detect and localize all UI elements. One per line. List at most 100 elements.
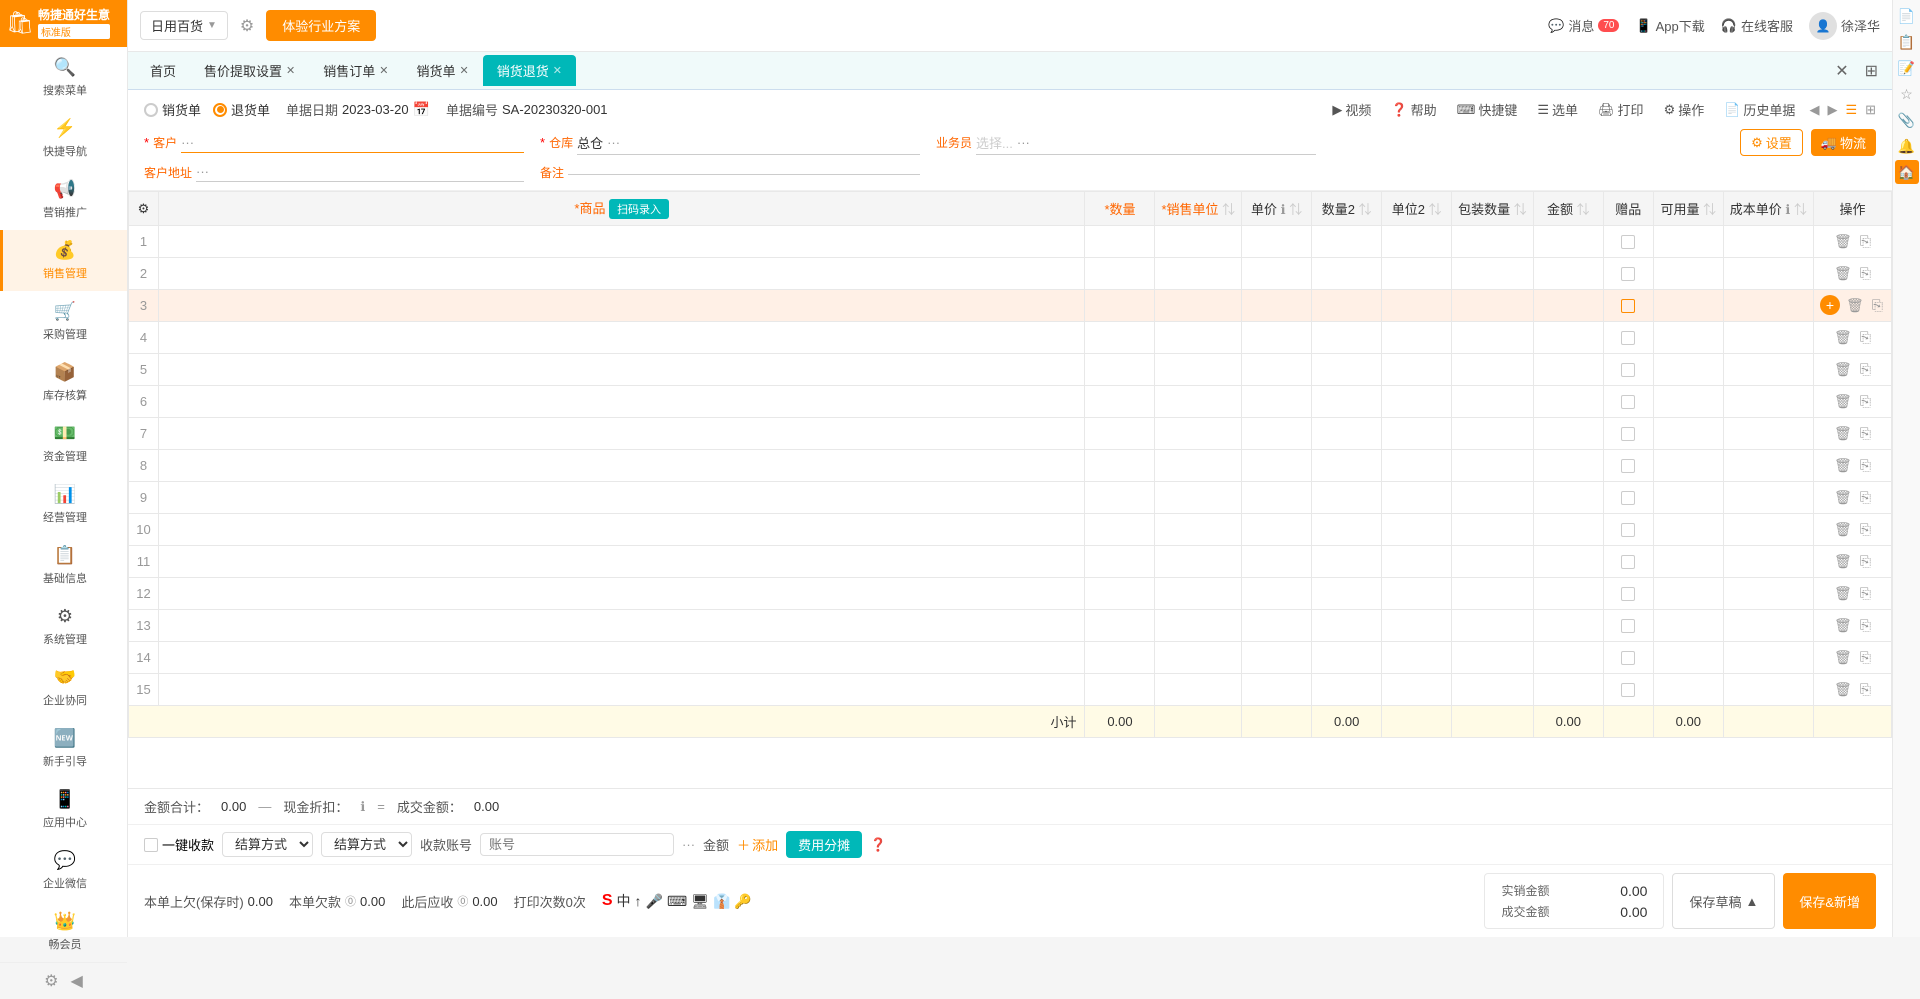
pack-qty-cell-3[interactable] (1452, 290, 1534, 322)
gift-cell-10[interactable] (1603, 514, 1653, 546)
print-btn[interactable]: 🖨 打印 (1592, 98, 1650, 121)
history-next-icon[interactable]: ▶ (1827, 102, 1837, 118)
delete-icon-11[interactable]: 🗑 (1832, 551, 1854, 572)
pack-qty-cell-10[interactable] (1452, 514, 1534, 546)
settings-btn[interactable]: ⚙ 设置 (1740, 129, 1803, 156)
available-cell-11[interactable] (1653, 546, 1723, 578)
gift-cell-7[interactable] (1603, 418, 1653, 450)
one-click-checkbox[interactable]: 一键收款 (144, 835, 214, 854)
copy-icon-11[interactable]: ⎘ (1858, 551, 1873, 572)
col-pack-sort[interactable]: ⇅ (1514, 202, 1527, 217)
gift-cell-12[interactable] (1603, 578, 1653, 610)
pack-qty-cell-12[interactable] (1452, 578, 1534, 610)
right-sidebar-link-icon[interactable]: 📎 (1895, 108, 1919, 132)
product-cell-4[interactable] (159, 322, 1085, 354)
available-cell-1[interactable] (1653, 226, 1723, 258)
available-cell-10[interactable] (1653, 514, 1723, 546)
delete-icon-14[interactable]: 🗑 (1832, 647, 1854, 668)
customer-input[interactable]: ··· (181, 133, 524, 153)
experience-btn[interactable]: 体验行业方案 (266, 10, 376, 41)
col-settings[interactable]: ⚙ (129, 192, 159, 226)
unit-cell-9[interactable] (1155, 482, 1242, 514)
split-help-icon[interactable]: ❓ (870, 837, 886, 853)
pack-qty-cell-1[interactable] (1452, 226, 1534, 258)
price-cell-9[interactable] (1242, 482, 1312, 514)
available-cell-14[interactable] (1653, 642, 1723, 674)
available-cell-2[interactable] (1653, 258, 1723, 290)
product-cell-7[interactable] (159, 418, 1085, 450)
available-cell-5[interactable] (1653, 354, 1723, 386)
unit2-cell-10[interactable] (1382, 514, 1452, 546)
product-cell-11[interactable] (159, 546, 1085, 578)
amount-cell-1[interactable] (1533, 226, 1603, 258)
pack-qty-cell-4[interactable] (1452, 322, 1534, 354)
amount-cell-5[interactable] (1533, 354, 1603, 386)
copy-icon-10[interactable]: ⎘ (1858, 519, 1873, 540)
unit2-cell-8[interactable] (1382, 450, 1452, 482)
pack-qty-cell-8[interactable] (1452, 450, 1534, 482)
right-sidebar-doc-icon[interactable]: 📄 (1895, 4, 1919, 28)
col-price-info[interactable]: ℹ (1281, 202, 1286, 217)
copy-icon-3[interactable]: ⎘ (1870, 295, 1885, 316)
tab-close-icon[interactable]: ✕ (286, 64, 295, 77)
pack-qty-cell-9[interactable] (1452, 482, 1534, 514)
product-cell-10[interactable] (159, 514, 1085, 546)
unit-cell-13[interactable] (1155, 610, 1242, 642)
gift-cell-6[interactable] (1603, 386, 1653, 418)
amount-cell-7[interactable] (1533, 418, 1603, 450)
sidebar-item-search[interactable]: 🔍 搜索菜单 (0, 47, 127, 108)
amount-cell-13[interactable] (1533, 610, 1603, 642)
available-cell-15[interactable] (1653, 674, 1723, 706)
remark-input[interactable] (568, 170, 920, 175)
product-cell-15[interactable] (159, 674, 1085, 706)
unit2-cell-6[interactable] (1382, 386, 1452, 418)
save-draft-btn[interactable]: 保存草稿 ▲ (1672, 873, 1775, 929)
video-btn[interactable]: ▶ 视频 (1326, 98, 1377, 121)
unit2-cell-12[interactable] (1382, 578, 1452, 610)
amount-cell-3[interactable] (1533, 290, 1603, 322)
product-cell-1[interactable] (159, 226, 1085, 258)
copy-icon-14[interactable]: ⎘ (1858, 647, 1873, 668)
select-btn[interactable]: ☰ 选单 (1531, 98, 1584, 121)
amount-cell-2[interactable] (1533, 258, 1603, 290)
pack-qty-cell-6[interactable] (1452, 386, 1534, 418)
unit-cell-12[interactable] (1155, 578, 1242, 610)
available-cell-9[interactable] (1653, 482, 1723, 514)
gift-cell-14[interactable] (1603, 642, 1653, 674)
copy-icon-12[interactable]: ⎘ (1858, 583, 1873, 604)
qty2-cell-2[interactable] (1312, 258, 1382, 290)
operate-btn[interactable]: ⚙ 操作 (1658, 98, 1711, 121)
scan-btn[interactable]: 扫码录入 (609, 199, 669, 219)
delete-icon-9[interactable]: 🗑 (1832, 487, 1854, 508)
amount-cell-6[interactable] (1533, 386, 1603, 418)
qty2-cell-7[interactable] (1312, 418, 1382, 450)
close-tab-btn[interactable]: ✕ (1829, 59, 1854, 83)
unit-cell-6[interactable] (1155, 386, 1242, 418)
price-cell-14[interactable] (1242, 642, 1312, 674)
sidebar-item-basic[interactable]: 📋 基础信息 (0, 535, 127, 596)
gift-cb-1[interactable] (1621, 235, 1635, 249)
price-cell-8[interactable] (1242, 450, 1312, 482)
view-list-icon[interactable]: ☰ (1845, 102, 1857, 118)
price-cell-5[interactable] (1242, 354, 1312, 386)
right-sidebar-active-icon[interactable]: 🏠 (1895, 160, 1919, 184)
qty2-cell-15[interactable] (1312, 674, 1382, 706)
payment-method-select[interactable]: 结算方式 (222, 832, 313, 857)
product-cell-8[interactable] (159, 450, 1085, 482)
sidebar-item-enterprise[interactable]: 🤝 企业协同 (0, 657, 127, 718)
quantity-cell-3[interactable] (1085, 290, 1155, 322)
col-available-sort[interactable]: ⇅ (1703, 202, 1716, 217)
copy-icon-2[interactable]: ⎘ (1858, 263, 1873, 284)
copy-icon-7[interactable]: ⎘ (1858, 423, 1873, 444)
right-sidebar-note-icon[interactable]: 📝 (1895, 56, 1919, 80)
available-cell-6[interactable] (1653, 386, 1723, 418)
unit-cell-11[interactable] (1155, 546, 1242, 578)
gift-cb-9[interactable] (1621, 491, 1635, 505)
amount-cell-9[interactable] (1533, 482, 1603, 514)
company-dropdown[interactable]: 日用百货 ▼ (140, 11, 228, 40)
price-cell-2[interactable] (1242, 258, 1312, 290)
doc-date-value[interactable]: 2023-03-20 (342, 102, 409, 117)
gift-cell-9[interactable] (1603, 482, 1653, 514)
tab-close-icon[interactable]: ✕ (379, 64, 388, 77)
delete-icon-12[interactable]: 🗑 (1832, 583, 1854, 604)
